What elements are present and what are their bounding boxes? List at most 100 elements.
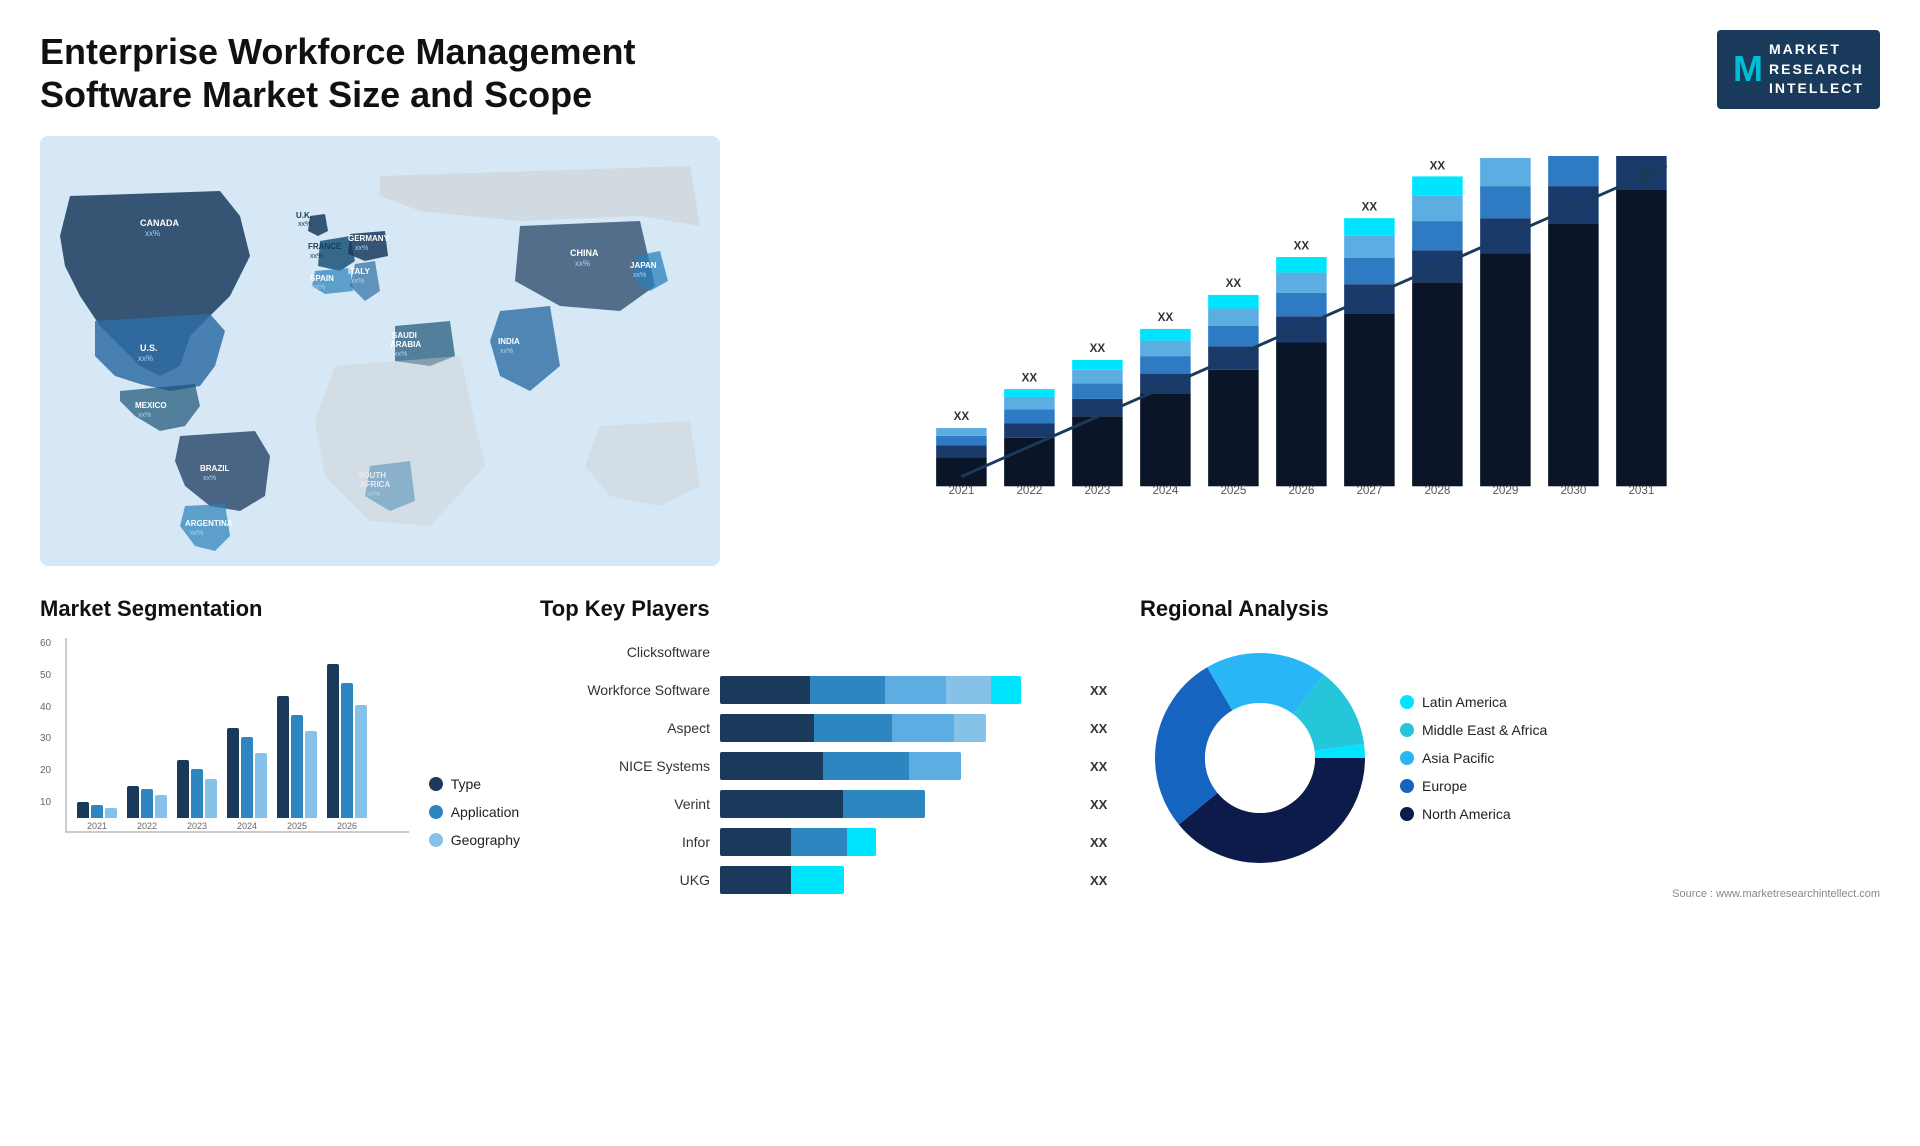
legend-item-application: Application: [429, 804, 520, 820]
player-xx-aspect: XX: [1090, 721, 1120, 736]
segmentation-section: Market Segmentation 60 50 40 30 20 10: [40, 596, 520, 858]
seg-bar-group-2022: 2022: [127, 786, 167, 831]
legend-item-geography: Geography: [429, 832, 520, 848]
segmentation-legend: Type Application Geography: [429, 776, 520, 858]
player-name-aspect: Aspect: [540, 720, 710, 736]
player-bar-wrap-verint: [720, 790, 1074, 818]
regional-title: Regional Analysis: [1140, 596, 1880, 622]
regional-legend: Latin America Middle East & Africa Asia …: [1400, 694, 1547, 822]
key-players-section: Top Key Players Clicksoftware Workforce …: [540, 596, 1120, 904]
svg-text:XX: XX: [1158, 312, 1174, 325]
reg-dot-north-america: [1400, 807, 1414, 821]
player-bar-wrap-infor: [720, 828, 1074, 856]
svg-text:xx%: xx%: [298, 221, 311, 228]
svg-text:xx%: xx%: [351, 278, 364, 285]
legend-label-geography: Geography: [451, 832, 520, 848]
player-name-nice: NICE Systems: [540, 758, 710, 774]
svg-text:U.K.: U.K.: [296, 211, 312, 220]
player-bar-infor: [720, 828, 876, 856]
svg-text:xx%: xx%: [138, 412, 151, 419]
page-title: Enterprise Workforce Management Software…: [40, 30, 740, 116]
svg-text:FRANCE: FRANCE: [308, 242, 342, 251]
svg-text:xx%: xx%: [190, 530, 203, 537]
player-bar-workforce: [720, 676, 1021, 704]
source-text: Source : www.marketresearchintellect.com: [1140, 888, 1880, 900]
svg-text:INDIA: INDIA: [498, 337, 520, 346]
svg-text:MEXICO: MEXICO: [135, 401, 167, 410]
svg-text:CHINA: CHINA: [570, 248, 599, 258]
svg-text:XX: XX: [1090, 343, 1106, 356]
svg-text:xx%: xx%: [138, 354, 153, 363]
player-row-aspect: Aspect XX: [540, 714, 1120, 742]
seg-y-axis: 60 50 40 30 20 10: [40, 638, 51, 828]
svg-text:2025: 2025: [1220, 484, 1246, 496]
reg-label-north-america: North America: [1422, 806, 1511, 822]
legend-dot-application: [429, 805, 443, 819]
seg-bar-group-2026: 2026: [327, 664, 367, 831]
player-xx-verint: XX: [1090, 797, 1120, 812]
player-bar-verint: [720, 790, 925, 818]
svg-text:xx%: xx%: [394, 351, 407, 358]
player-xx-infor: XX: [1090, 835, 1120, 850]
seg-bar-geo: [105, 808, 117, 818]
svg-text:2021: 2021: [948, 484, 974, 496]
logo-line1: MARKET: [1769, 40, 1864, 60]
svg-text:xx%: xx%: [310, 253, 323, 260]
bottom-row: Market Segmentation 60 50 40 30 20 10: [40, 596, 1880, 904]
donut-chart: [1140, 638, 1380, 878]
logo-line3: INTELLECT: [1769, 79, 1864, 99]
player-xx-ukg: XX: [1090, 873, 1120, 888]
donut-area: Latin America Middle East & Africa Asia …: [1140, 638, 1880, 878]
page-header: Enterprise Workforce Management Software…: [40, 30, 1880, 116]
svg-text:XX: XX: [1022, 372, 1038, 385]
player-row-ukg: UKG XX: [540, 866, 1120, 894]
player-bar-wrap-nice: [720, 752, 1074, 780]
svg-text:2026: 2026: [1288, 484, 1314, 496]
logo-box: M MARKET RESEARCH INTELLECT: [1717, 30, 1880, 109]
svg-text:XX: XX: [1294, 240, 1310, 253]
reg-dot-asia-pacific: [1400, 751, 1414, 765]
reg-dot-europe: [1400, 779, 1414, 793]
svg-text:2029: 2029: [1492, 484, 1518, 496]
reg-label-europe: Europe: [1422, 778, 1467, 794]
seg-bar-group-2023: 2023: [177, 760, 217, 831]
player-bar-wrap-ukg: [720, 866, 1074, 894]
player-bar-wrap-workforce: [720, 676, 1074, 704]
player-row-infor: Infor XX: [540, 828, 1120, 856]
player-row-verint: Verint XX: [540, 790, 1120, 818]
reg-legend-asia-pacific: Asia Pacific: [1400, 750, 1547, 766]
svg-text:JAPAN: JAPAN: [630, 261, 657, 270]
legend-label-application: Application: [451, 804, 520, 820]
reg-legend-middle-east: Middle East & Africa: [1400, 722, 1547, 738]
seg-bar-app: [91, 805, 103, 818]
player-name-verint: Verint: [540, 796, 710, 812]
player-name-clicksoftware: Clicksoftware: [540, 644, 710, 660]
seg-bars: 2021 2022: [65, 638, 409, 833]
player-xx-nice: XX: [1090, 759, 1120, 774]
growth-chart-wrap: XX XX XX: [780, 156, 1850, 496]
map-svg: CANADA xx% U.S. xx% MEXICO xx% BRAZIL xx…: [40, 136, 720, 566]
player-xx-workforce: XX: [1090, 683, 1120, 698]
seg-bar-type: [77, 802, 89, 818]
player-name-ukg: UKG: [540, 872, 710, 888]
key-players-title: Top Key Players: [540, 596, 1120, 622]
world-map: CANADA xx% U.S. xx% MEXICO xx% BRAZIL xx…: [40, 136, 720, 566]
svg-text:SAUDI: SAUDI: [392, 331, 417, 340]
legend-dot-geography: [429, 833, 443, 847]
reg-legend-europe: Europe: [1400, 778, 1547, 794]
svg-text:BRAZIL: BRAZIL: [200, 464, 229, 473]
seg-year-label: 2021: [87, 821, 107, 831]
seg-bar-group-2024: 2024: [227, 728, 267, 831]
svg-text:xx%: xx%: [355, 245, 368, 252]
svg-text:GERMANY: GERMANY: [348, 234, 390, 243]
logo-letter: M: [1733, 42, 1763, 96]
svg-text:xx%: xx%: [575, 259, 590, 268]
svg-text:XX: XX: [954, 411, 970, 424]
svg-text:2031: 2031: [1628, 484, 1654, 496]
reg-legend-latin-america: Latin America: [1400, 694, 1547, 710]
player-bar-aspect: [720, 714, 986, 742]
player-name-infor: Infor: [540, 834, 710, 850]
player-bar-ukg: [720, 866, 844, 894]
svg-text:xx%: xx%: [145, 229, 160, 238]
svg-text:ARABIA: ARABIA: [390, 340, 421, 349]
